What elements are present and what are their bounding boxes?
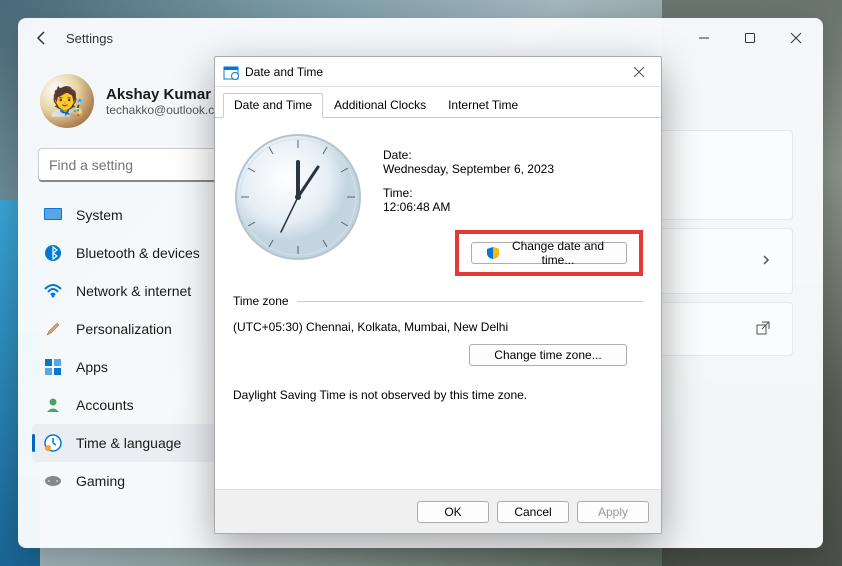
section-title: Time zone — [233, 294, 643, 308]
change-timezone-button[interactable]: Change time zone... — [469, 344, 626, 366]
window-controls — [681, 18, 819, 58]
dialog-body: Date: Wednesday, September 6, 2023 Time:… — [215, 118, 661, 498]
nav-label: System — [76, 207, 123, 223]
apps-icon — [44, 358, 62, 376]
date-value: Wednesday, September 6, 2023 — [383, 162, 643, 176]
change-date-time-button[interactable]: Change date and time... — [471, 242, 627, 264]
tab-strip: Date and Time Additional Clocks Internet… — [215, 87, 661, 118]
nav-label: Accounts — [76, 397, 134, 413]
dialog-titlebar: Date and Time — [215, 57, 661, 87]
cancel-button[interactable]: Cancel — [497, 501, 569, 523]
tab-date-and-time[interactable]: Date and Time — [223, 93, 323, 118]
nav-label: Bluetooth & devices — [76, 245, 200, 261]
chevron-right-icon — [760, 253, 772, 269]
profile-name: Akshay Kumar — [106, 86, 231, 103]
datetime-info: Date: Wednesday, September 6, 2023 Time:… — [383, 132, 643, 276]
account-icon — [44, 396, 62, 414]
nav-label: Network & internet — [76, 283, 191, 299]
dialog-title: Date and Time — [245, 65, 623, 79]
button-label: Change time zone... — [494, 348, 601, 362]
shield-icon — [486, 246, 500, 260]
avatar: 🧑‍🎨 — [40, 74, 94, 128]
timezone-section: Time zone (UTC+05:30) Chennai, Kolkata, … — [233, 294, 643, 402]
time-label: Time: — [383, 186, 643, 200]
nav-label: Personalization — [76, 321, 172, 337]
dialog-close-button[interactable] — [623, 60, 655, 84]
ok-button[interactable]: OK — [417, 501, 489, 523]
date-label: Date: — [383, 148, 643, 162]
divider — [297, 301, 643, 302]
dialog-icon — [223, 64, 239, 80]
analog-clock — [233, 132, 363, 262]
close-button[interactable] — [773, 18, 819, 58]
timezone-value: (UTC+05:30) Chennai, Kolkata, Mumbai, Ne… — [233, 320, 643, 334]
external-link-icon — [756, 321, 772, 337]
button-label: Change date and time... — [504, 239, 612, 267]
wifi-icon — [44, 282, 62, 300]
maximize-button[interactable] — [727, 18, 773, 58]
tz-heading: Time zone — [233, 294, 289, 308]
tab-internet-time[interactable]: Internet Time — [437, 93, 529, 118]
system-icon — [44, 206, 62, 224]
nav-label: Gaming — [76, 473, 125, 489]
titlebar: Settings — [18, 18, 823, 58]
clock-icon — [44, 434, 62, 452]
bluetooth-icon — [44, 244, 62, 262]
back-button[interactable] — [22, 18, 62, 58]
gaming-icon — [44, 472, 62, 490]
datetime-row: Date: Wednesday, September 6, 2023 Time:… — [233, 132, 643, 276]
window-title: Settings — [62, 31, 681, 46]
dst-text: Daylight Saving Time is not observed by … — [233, 388, 643, 402]
tab-additional-clocks[interactable]: Additional Clocks — [323, 93, 437, 118]
apply-button[interactable]: Apply — [577, 501, 649, 523]
time-value: 12:06:48 AM — [383, 200, 643, 214]
profile-email: techakko@outlook.com — [106, 103, 231, 117]
minimize-button[interactable] — [681, 18, 727, 58]
nav-label: Apps — [76, 359, 108, 375]
dialog-footer: OK Cancel Apply — [215, 489, 661, 533]
date-time-dialog: Date and Time Date and Time Additional C… — [214, 56, 662, 534]
brush-icon — [44, 320, 62, 338]
nav-label: Time & language — [76, 435, 181, 451]
highlight-annotation: Change date and time... — [455, 230, 643, 276]
